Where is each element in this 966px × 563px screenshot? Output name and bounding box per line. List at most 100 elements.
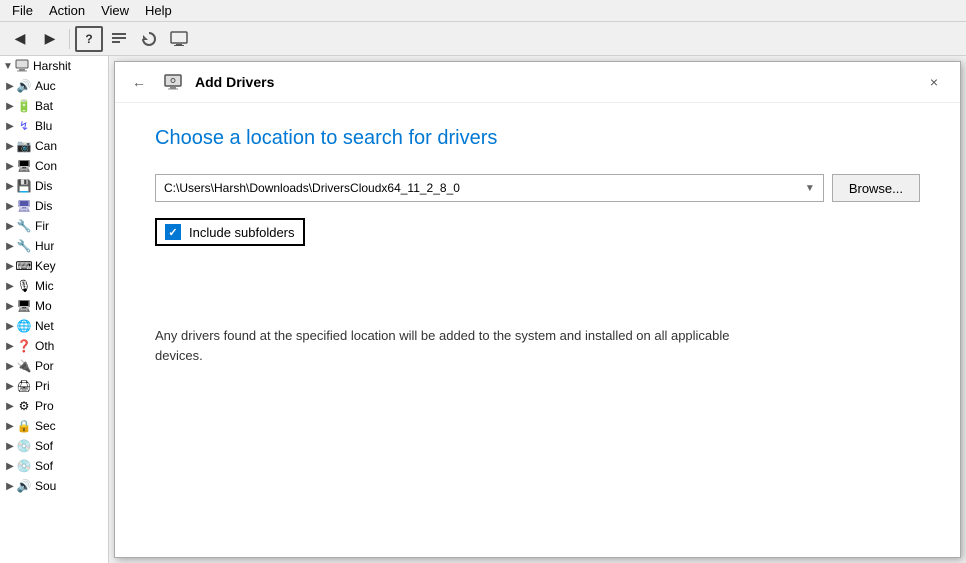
tree-item-con[interactable]: ▶ 🖥 Con bbox=[0, 156, 108, 176]
dialog-body: Choose a location to search for drivers … bbox=[115, 103, 960, 557]
tree-item-sof2[interactable]: ▶ 💿 Sof bbox=[0, 456, 108, 476]
tree-item-bat[interactable]: ▶ 🔋 Bat bbox=[0, 96, 108, 116]
tree-item-can[interactable]: ▶ 📷 Can bbox=[0, 136, 108, 156]
tree-item-sec[interactable]: ▶ 🔒 Sec bbox=[0, 416, 108, 436]
label-dis2: Dis bbox=[35, 199, 52, 213]
expand-net: ▶ bbox=[4, 320, 16, 332]
tree-item-por[interactable]: ▶ 🔌 Por bbox=[0, 356, 108, 376]
tree-item-auc[interactable]: ▶ 🔊 Auc bbox=[0, 76, 108, 96]
label-fir: Fir bbox=[35, 219, 49, 233]
label-por: Por bbox=[35, 359, 54, 373]
pc-icon bbox=[15, 59, 29, 73]
security-icon: 🔒 bbox=[16, 418, 32, 434]
menubar: File Action View Help bbox=[0, 0, 966, 22]
tree-item-fir[interactable]: ▶ 🔧 Fir bbox=[0, 216, 108, 236]
tree-item-oth[interactable]: ▶ ❓ Oth bbox=[0, 336, 108, 356]
software-icon-2: 💿 bbox=[16, 458, 32, 474]
dialog-title-text: Add Drivers bbox=[195, 74, 274, 90]
label-net: Net bbox=[35, 319, 54, 333]
sidebar: ▼ Harshit ▶ 🔊 Auc ▶ 🔋 Bat ▶ ↯ Blu bbox=[0, 56, 109, 563]
properties-toolbar-btn[interactable] bbox=[105, 26, 133, 52]
expand-sec: ▶ bbox=[4, 420, 16, 432]
help-toolbar-btn[interactable]: ? bbox=[75, 26, 103, 52]
firmware-icon: 🔧 bbox=[16, 218, 32, 234]
label-mo: Mo bbox=[35, 299, 52, 313]
label-oth: Oth bbox=[35, 339, 54, 353]
refresh-icon bbox=[141, 31, 157, 47]
path-dropdown[interactable]: C:\Users\Harsh\Downloads\DriversCloudx64… bbox=[155, 174, 824, 202]
content-area: ← Add Drivers × Choose a location t bbox=[109, 56, 966, 563]
label-blu: Blu bbox=[35, 119, 52, 133]
label-key: Key bbox=[35, 259, 56, 273]
dropdown-arrow-icon: ▼ bbox=[805, 183, 815, 194]
processor-icon: ⚙ bbox=[16, 398, 32, 414]
dialog-heading: Choose a location to search for drivers bbox=[155, 127, 920, 150]
expand-sou: ▶ bbox=[4, 480, 16, 492]
label-auc: Auc bbox=[35, 79, 56, 93]
expand-con: ▶ bbox=[4, 160, 16, 172]
dialog-title-left: ← Add Drivers bbox=[127, 70, 274, 94]
tree-root-label: Harshit bbox=[33, 59, 71, 73]
tree-item-sou[interactable]: ▶ 🔊 Sou bbox=[0, 476, 108, 496]
expand-bat: ▶ bbox=[4, 100, 16, 112]
sound-icon: 🔊 bbox=[16, 478, 32, 494]
tree-item-dis1[interactable]: ▶ 💾 Dis bbox=[0, 176, 108, 196]
path-value: C:\Users\Harsh\Downloads\DriversCloudx64… bbox=[164, 181, 460, 195]
dialog-titlebar: ← Add Drivers × bbox=[115, 62, 960, 103]
hardware-icon: 🔧 bbox=[16, 238, 32, 254]
label-bat: Bat bbox=[35, 99, 53, 113]
display-toolbar-btn[interactable] bbox=[165, 26, 193, 52]
tree-item-blu[interactable]: ▶ ↯ Blu bbox=[0, 116, 108, 136]
label-can: Can bbox=[35, 139, 57, 153]
forward-toolbar-btn[interactable]: ▶ bbox=[36, 26, 64, 52]
port-icon: 🔌 bbox=[16, 358, 32, 374]
expand-mic: ▶ bbox=[4, 280, 16, 292]
menu-action[interactable]: Action bbox=[41, 1, 93, 20]
menu-help[interactable]: Help bbox=[137, 1, 180, 20]
add-drivers-dialog: ← Add Drivers × Choose a location t bbox=[114, 61, 961, 558]
properties-icon bbox=[111, 31, 127, 47]
expand-key: ▶ bbox=[4, 260, 16, 272]
dialog-close-button[interactable]: × bbox=[920, 71, 948, 93]
display-icon bbox=[170, 31, 188, 47]
expand-can: ▶ bbox=[4, 140, 16, 152]
back-toolbar-btn[interactable]: ◀ bbox=[6, 26, 34, 52]
tree-item-dis2[interactable]: ▶ 🖥 Dis bbox=[0, 196, 108, 216]
label-sof1: Sof bbox=[35, 439, 53, 453]
menu-view[interactable]: View bbox=[93, 1, 137, 20]
tree-item-hur[interactable]: ▶ 🔧 Hur bbox=[0, 236, 108, 256]
tree-item-net[interactable]: ▶ 🌐 Net bbox=[0, 316, 108, 336]
label-dis1: Dis bbox=[35, 179, 52, 193]
computer-icon bbox=[14, 58, 30, 74]
expand-pri: ▶ bbox=[4, 380, 16, 392]
label-hur: Hur bbox=[35, 239, 54, 253]
label-sec: Sec bbox=[35, 419, 56, 433]
label-con: Con bbox=[35, 159, 57, 173]
tree-item-mic[interactable]: ▶ 🎙 Mic bbox=[0, 276, 108, 296]
main-area: ▼ Harshit ▶ 🔊 Auc ▶ 🔋 Bat ▶ ↯ Blu bbox=[0, 56, 966, 563]
tree-item-mo[interactable]: ▶ 🖥 Mo bbox=[0, 296, 108, 316]
include-subfolders-checkbox[interactable]: ✓ bbox=[165, 224, 181, 240]
label-pri: Pri bbox=[35, 379, 50, 393]
expand-auc: ▶ bbox=[4, 80, 16, 92]
toolbar-sep-1 bbox=[69, 29, 70, 49]
expand-oth: ▶ bbox=[4, 340, 16, 352]
include-subfolders-row[interactable]: ✓ Include subfolders bbox=[155, 218, 305, 246]
tree-root-expand[interactable]: ▼ bbox=[2, 60, 14, 72]
refresh-toolbar-btn[interactable] bbox=[135, 26, 163, 52]
info-text: Any drivers found at the specified locat… bbox=[155, 326, 755, 365]
tree-item-pro[interactable]: ▶ ⚙ Pro bbox=[0, 396, 108, 416]
battery-icon: 🔋 bbox=[16, 98, 32, 114]
dialog-back-button[interactable]: ← bbox=[127, 70, 151, 94]
camera-icon: 📷 bbox=[16, 138, 32, 154]
software-icon-1: 💿 bbox=[16, 438, 32, 454]
browse-button[interactable]: Browse... bbox=[832, 174, 920, 202]
menu-file[interactable]: File bbox=[4, 1, 41, 20]
tree-root[interactable]: ▼ Harshit bbox=[0, 56, 108, 76]
tree-item-sof1[interactable]: ▶ 💿 Sof bbox=[0, 436, 108, 456]
label-mic: Mic bbox=[35, 279, 54, 293]
mic-icon: 🎙 bbox=[16, 278, 32, 294]
expand-pro: ▶ bbox=[4, 400, 16, 412]
tree-item-key[interactable]: ▶ ⌨ Key bbox=[0, 256, 108, 276]
tree-item-pri[interactable]: ▶ 🖨 Pri bbox=[0, 376, 108, 396]
